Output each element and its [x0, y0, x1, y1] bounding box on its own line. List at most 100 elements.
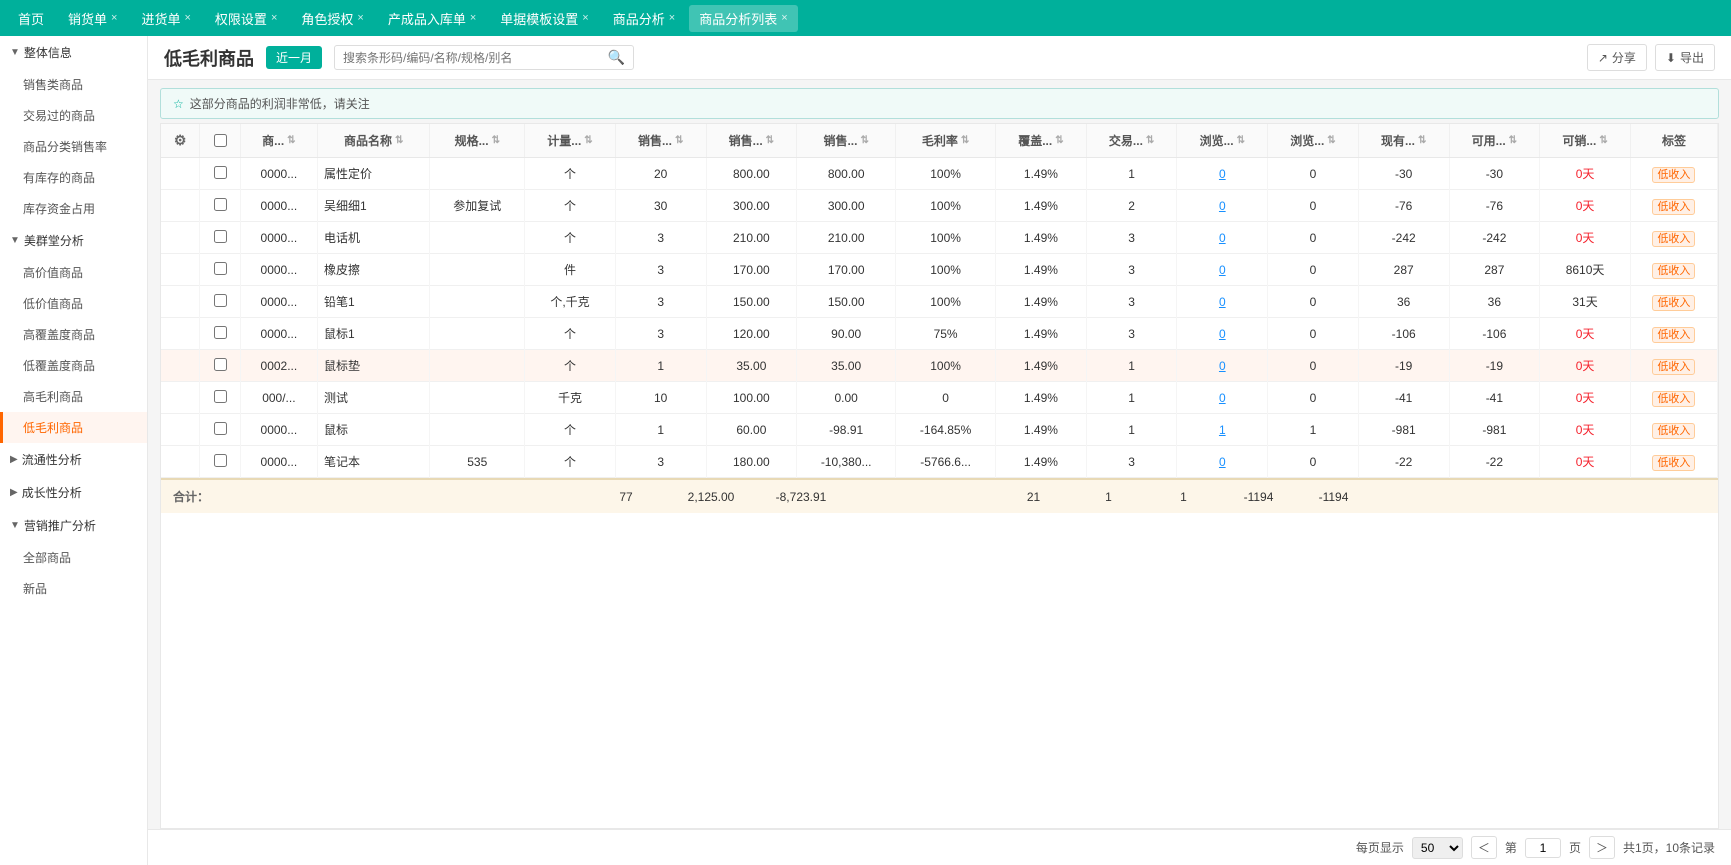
- row-checkbox[interactable]: [214, 326, 227, 339]
- sidebar-group-beauty[interactable]: ▼ 美群堂分析: [0, 224, 147, 257]
- nav-template-close[interactable]: ×: [582, 12, 588, 24]
- sidebar-item-high-coverage[interactable]: 高覆盖度商品: [0, 319, 147, 350]
- col-gross-rate[interactable]: 毛利率⇅: [896, 124, 996, 158]
- cell-views1[interactable]: 0: [1177, 190, 1268, 222]
- cell-checkbox[interactable]: [200, 158, 240, 190]
- cell-views1[interactable]: 1: [1177, 414, 1268, 446]
- sidebar-group-growth[interactable]: ▶ 成长性分析: [0, 476, 147, 509]
- cell-views1[interactable]: 0: [1177, 318, 1268, 350]
- nav-role-close[interactable]: ×: [357, 12, 363, 24]
- cell-checkbox[interactable]: [200, 414, 240, 446]
- nav-product-analysis[interactable]: 商品分析 ×: [603, 5, 685, 32]
- cell-views1[interactable]: 0: [1177, 254, 1268, 286]
- sidebar-item-sales-products[interactable]: 销售类商品: [0, 69, 147, 100]
- sidebar-item-capital[interactable]: 库存资金占用: [0, 193, 147, 224]
- nav-purchase-close[interactable]: ×: [184, 12, 190, 24]
- cell-views1[interactable]: 0: [1177, 446, 1268, 478]
- sort-icon6: ⇅: [766, 135, 774, 146]
- sidebar-item-low-value[interactable]: 低价值商品: [0, 288, 147, 319]
- cell-views1[interactable]: 0: [1177, 382, 1268, 414]
- row-checkbox[interactable]: [214, 262, 227, 275]
- sidebar-item-category-rate[interactable]: 商品分类销售率: [0, 131, 147, 162]
- row-checkbox[interactable]: [214, 230, 227, 243]
- sidebar-item-low-coverage[interactable]: 低覆盖度商品: [0, 350, 147, 381]
- sidebar-item-high-margin[interactable]: 高毛利商品: [0, 381, 147, 412]
- col-unit[interactable]: 计量...⇅: [525, 124, 616, 158]
- col-name[interactable]: 商品名称⇅: [317, 124, 429, 158]
- row-checkbox[interactable]: [214, 390, 227, 403]
- cell-views1[interactable]: 0: [1177, 350, 1268, 382]
- cell-sales-qty: 10: [615, 382, 706, 414]
- col-available[interactable]: 可用...⇅: [1449, 124, 1540, 158]
- col-checkbox[interactable]: [200, 124, 240, 158]
- nav-template-settings[interactable]: 单据模板设置 ×: [490, 5, 598, 32]
- cell-views1[interactable]: 0: [1177, 286, 1268, 318]
- cell-checkbox[interactable]: [200, 382, 240, 414]
- sidebar-group-circulation[interactable]: ▶ 流通性分析: [0, 443, 147, 476]
- per-page-select[interactable]: 50 100 200: [1412, 837, 1463, 859]
- col-views1[interactable]: 浏览...⇅: [1177, 124, 1268, 158]
- sidebar-item-traded-products[interactable]: 交易过的商品: [0, 100, 147, 131]
- nav-permissions-close[interactable]: ×: [271, 12, 277, 24]
- cell-tag: 低收入: [1630, 382, 1717, 414]
- cell-views1[interactable]: 0: [1177, 222, 1268, 254]
- nav-purchase[interactable]: 进货单 ×: [131, 5, 200, 32]
- cell-checkbox[interactable]: [200, 318, 240, 350]
- row-checkbox[interactable]: [214, 422, 227, 435]
- row-checkbox[interactable]: [214, 358, 227, 371]
- cell-coverage: 1.49%: [996, 158, 1087, 190]
- sidebar-item-high-value[interactable]: 高价值商品: [0, 257, 147, 288]
- sidebar-item-stock-products[interactable]: 有库存的商品: [0, 162, 147, 193]
- cell-sales-profit: 35.00: [797, 350, 896, 382]
- col-coverage[interactable]: 覆盖...⇅: [996, 124, 1087, 158]
- col-spec[interactable]: 规格...⇅: [430, 124, 525, 158]
- nav-analysis-list-close[interactable]: ×: [781, 12, 787, 24]
- nav-analysis-list[interactable]: 商品分析列表 ×: [689, 5, 797, 32]
- col-transactions[interactable]: 交易...⇅: [1086, 124, 1177, 158]
- row-checkbox[interactable]: [214, 454, 227, 467]
- cell-checkbox[interactable]: [200, 350, 240, 382]
- cell-views1[interactable]: 0: [1177, 158, 1268, 190]
- export-button[interactable]: ⬇ 导出: [1655, 44, 1715, 71]
- nav-analysis-close[interactable]: ×: [669, 12, 675, 24]
- prev-page-button[interactable]: ＜: [1471, 836, 1497, 859]
- select-all-checkbox[interactable]: [214, 134, 227, 147]
- row-checkbox[interactable]: [214, 198, 227, 211]
- col-sales-price[interactable]: 销售...⇅: [706, 124, 797, 158]
- row-checkbox[interactable]: [214, 294, 227, 307]
- nav-sales[interactable]: 销货单 ×: [58, 5, 127, 32]
- sidebar-item-low-margin[interactable]: 低毛利商品: [0, 412, 147, 443]
- cell-checkbox[interactable]: [200, 446, 240, 478]
- cell-checkbox[interactable]: [200, 254, 240, 286]
- nav-product-entry[interactable]: 产成品入库单 ×: [378, 5, 486, 32]
- sidebar-group-overall[interactable]: ▼ 整体信息: [0, 36, 147, 69]
- share-button[interactable]: ↗ 分享: [1587, 44, 1647, 71]
- cell-checkbox[interactable]: [200, 222, 240, 254]
- next-page-button[interactable]: ＞: [1589, 836, 1615, 859]
- page-number-input[interactable]: [1525, 838, 1561, 858]
- col-settings[interactable]: ⚙: [161, 124, 200, 158]
- col-views2[interactable]: 浏览...⇅: [1268, 124, 1359, 158]
- col-current-stock[interactable]: 现有...⇅: [1358, 124, 1449, 158]
- sidebar-item-all-products[interactable]: 全部商品: [0, 542, 147, 573]
- search-input[interactable]: [343, 51, 608, 65]
- cell-sales-qty: 30: [615, 190, 706, 222]
- col-saleable[interactable]: 可销...⇅: [1540, 124, 1631, 158]
- cell-checkbox[interactable]: [200, 190, 240, 222]
- filter-period-button[interactable]: 近一月: [266, 46, 322, 69]
- tag-badge: 低收入: [1652, 295, 1695, 311]
- nav-permissions[interactable]: 权限设置 ×: [205, 5, 287, 32]
- col-tag[interactable]: 标签: [1630, 124, 1717, 158]
- sidebar-group-marketing[interactable]: ▼ 营销推广分析: [0, 509, 147, 542]
- settings-icon[interactable]: ⚙: [174, 132, 187, 149]
- nav-role-auth[interactable]: 角色授权 ×: [291, 5, 373, 32]
- col-sales-qty[interactable]: 销售...⇅: [615, 124, 706, 158]
- sidebar-item-new-products[interactable]: 新品: [0, 573, 147, 604]
- row-checkbox[interactable]: [214, 166, 227, 179]
- cell-checkbox[interactable]: [200, 286, 240, 318]
- nav-home[interactable]: 首页: [8, 5, 54, 32]
- nav-product-close[interactable]: ×: [470, 12, 476, 24]
- col-sales-profit[interactable]: 销售...⇅: [797, 124, 896, 158]
- col-code[interactable]: 商...⇅: [240, 124, 317, 158]
- nav-sales-close[interactable]: ×: [111, 12, 117, 24]
